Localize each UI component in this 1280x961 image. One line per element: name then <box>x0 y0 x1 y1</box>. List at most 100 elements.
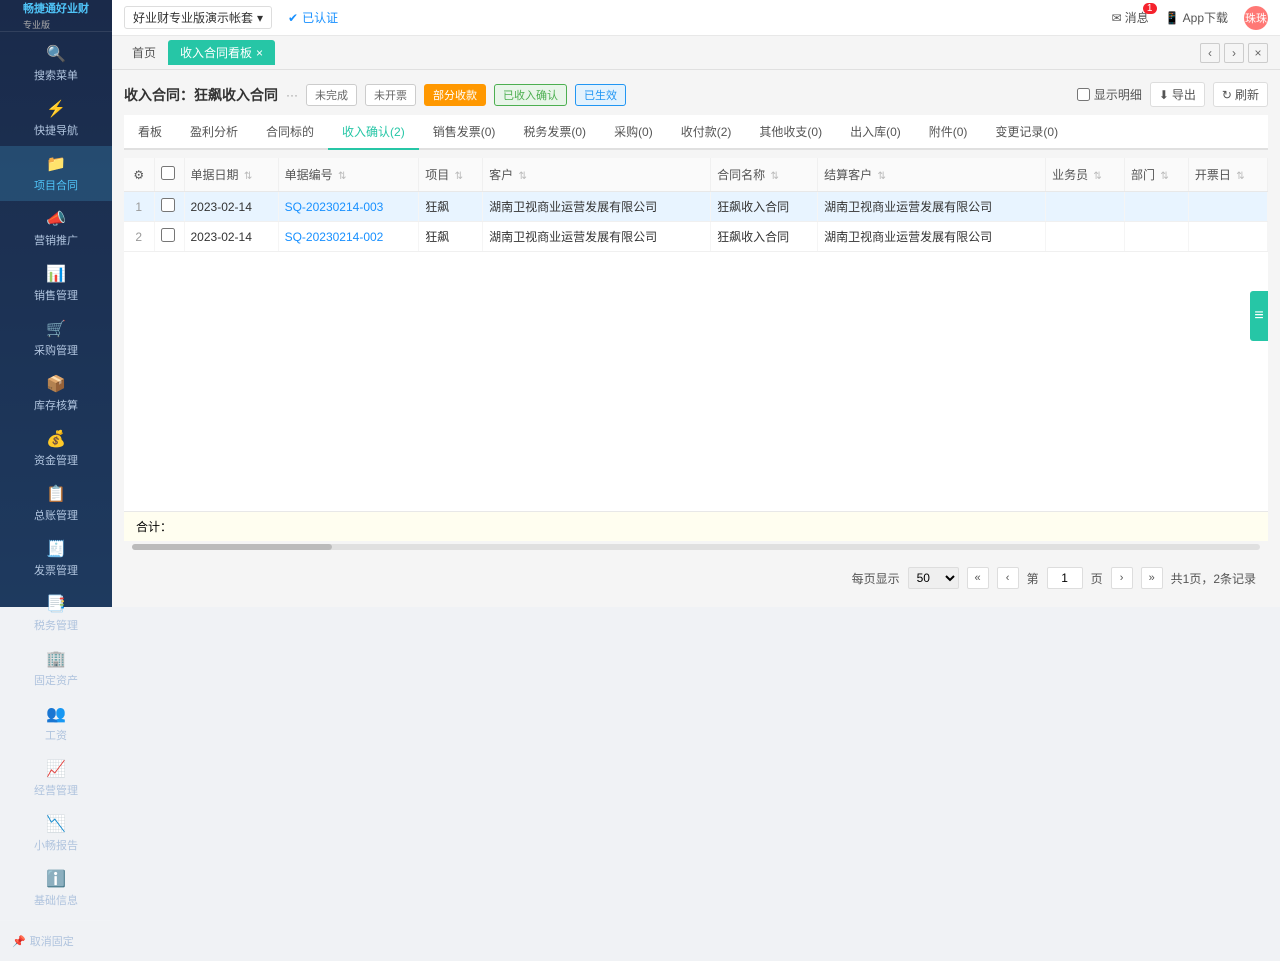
sidebar-icon-7: 💰 <box>46 429 66 449</box>
row-customer-1: 湖南卫视商业运营发展有限公司 <box>483 222 711 252</box>
last-page-button[interactable]: » <box>1141 567 1163 589</box>
dropdown-icon: ▾ <box>257 11 263 25</box>
show-detail-input[interactable] <box>1077 88 1090 101</box>
sidebar-label-7: 资金管理 <box>34 452 78 468</box>
export-button[interactable]: ⬇ 导出 <box>1150 82 1205 107</box>
sidebar-item-5[interactable]: 🛒 采购管理 <box>0 311 112 366</box>
row-dept-0 <box>1125 192 1189 222</box>
data-table: ⚙ 单据日期 ⇅ 单据编号 ⇅ 项目 ⇅ 客户 ⇅ 合同名称 ⇅ 结算客户 ⇅ … <box>124 158 1268 252</box>
inner-tab-10[interactable]: 附件(0) <box>915 115 982 150</box>
sidebar-item-8[interactable]: 📋总账管理 <box>0 476 112 531</box>
scrollbar-thumb[interactable] <box>132 544 332 550</box>
select-all-checkbox[interactable] <box>161 166 175 180</box>
status-not-done[interactable]: 未完成 <box>306 84 357 106</box>
tab-next-button[interactable]: › <box>1224 43 1244 63</box>
status-partial[interactable]: 部分收款 <box>424 84 486 106</box>
table-row: 2 2023-02-14 SQ-20230214-002 狂飙 湖南卫视商业运营… <box>124 222 1268 252</box>
tab-close-all-button[interactable]: × <box>1248 43 1268 63</box>
inner-tab-4[interactable]: 销售发票(0) <box>419 115 510 150</box>
cert-badge: ✔ 已认证 <box>288 9 338 26</box>
row-date-1: 2023-02-14 <box>184 222 278 252</box>
inner-tab-6[interactable]: 采购(0) <box>600 115 667 150</box>
sidebar: 畅捷通好业财 专业版 🔍搜索菜单⚡快捷导航📁项目合同📣营销推广📊销售管理🛒采购管… <box>0 0 112 607</box>
app-download-button[interactable]: 📱 App下载 <box>1165 9 1228 26</box>
sidebar-item-11[interactable]: 🏢 固定资产 <box>0 641 112 696</box>
inner-tab-8[interactable]: 其他收支(0) <box>745 115 836 150</box>
topbar: 好业财专业版演示帐套 ▾ ✔ 已认证 ✉ 1 消息 📱 App下载 珠珠 <box>112 0 1280 36</box>
col-code: 单据编号 ⇅ <box>278 158 419 192</box>
sidebar-item-10[interactable]: 📑税务管理 <box>0 586 112 641</box>
inner-tab-9[interactable]: 出入库(0) <box>836 115 915 150</box>
inner-tab-2[interactable]: 合同标的 <box>252 115 328 150</box>
refresh-button[interactable]: ↻ 刷新 <box>1213 82 1268 107</box>
tab-close-button[interactable]: × <box>256 46 263 60</box>
status-confirmed[interactable]: 已收入确认 <box>494 84 567 106</box>
refresh-icon: ↻ <box>1222 88 1232 102</box>
pin-button[interactable]: 📌 取消固定 <box>8 929 104 953</box>
col-project: 项目 ⇅ <box>419 158 483 192</box>
sidebar-item-7[interactable]: 💰 资金管理 <box>0 421 112 476</box>
sidebar-item-9[interactable]: 🧾发票管理 <box>0 531 112 586</box>
tab-prev-button[interactable]: ‹ <box>1200 43 1220 63</box>
row-code-0[interactable]: SQ-20230214-003 <box>278 192 419 222</box>
inner-tab-0[interactable]: 看板 <box>124 115 176 150</box>
sidebar-label-11: 固定资产 <box>34 672 78 688</box>
main-area: 好业财专业版演示帐套 ▾ ✔ 已认证 ✉ 1 消息 📱 App下载 珠珠 <box>112 0 1280 607</box>
message-button[interactable]: ✉ 1 消息 <box>1112 9 1149 26</box>
sidebar-icon-5: 🛒 <box>46 319 66 339</box>
page-input[interactable] <box>1047 567 1083 589</box>
table-container[interactable]: ⚙ 单据日期 ⇅ 单据编号 ⇅ 项目 ⇅ 客户 ⇅ 合同名称 ⇅ 结算客户 ⇅ … <box>124 158 1268 511</box>
row-check-0[interactable] <box>154 192 184 222</box>
home-tab[interactable]: 首页 <box>124 40 164 65</box>
next-page-button[interactable]: › <box>1111 567 1133 589</box>
page-label-end: 页 <box>1091 570 1103 587</box>
sidebar-item-12[interactable]: 👥工资 <box>0 696 112 751</box>
sidebar-item-14[interactable]: 📉小畅报告 <box>0 806 112 861</box>
row-check-1[interactable] <box>154 222 184 252</box>
sidebar-icon-11: 🏢 <box>46 649 66 669</box>
sidebar-item-6[interactable]: 📦 库存核算 <box>0 366 112 421</box>
row-salesman-1 <box>1046 222 1125 252</box>
user-avatar[interactable]: 珠珠 <box>1244 6 1268 30</box>
sidebar-item-2[interactable]: 📁项目合同 <box>0 146 112 201</box>
status-not-invoiced[interactable]: 未开票 <box>365 84 416 106</box>
company-selector[interactable]: 好业财专业版演示帐套 ▾ <box>124 6 272 29</box>
sidebar-item-13[interactable]: 📈经营管理 <box>0 751 112 806</box>
sidebar-item-1[interactable]: ⚡快捷导航 <box>0 91 112 146</box>
inner-tab-5[interactable]: 税务发票(0) <box>509 115 600 150</box>
sidebar-item-4[interactable]: 📊销售管理 <box>0 256 112 311</box>
page-size-select[interactable]: 50 20 100 <box>908 567 959 589</box>
scrollbar-track[interactable] <box>132 544 1260 550</box>
total-label: 合计： <box>136 518 172 535</box>
row-contract-1: 狂飙收入合同 <box>711 222 818 252</box>
col-date: 单据日期 ⇅ <box>184 158 278 192</box>
right-action-panel[interactable]: ≡ <box>1250 291 1268 341</box>
sidebar-icon-3: 📣 <box>46 209 66 229</box>
inner-tab-3[interactable]: 收入确认(2) <box>328 115 419 150</box>
page-label: 第 <box>1027 570 1039 587</box>
first-page-button[interactable]: « <box>967 567 989 589</box>
tab-label: 收入合同看板 <box>180 44 252 61</box>
prev-page-button[interactable]: ‹ <box>997 567 1019 589</box>
inner-tab-1[interactable]: 盈利分析 <box>176 115 252 150</box>
active-tab[interactable]: 收入合同看板 × <box>168 40 275 65</box>
scrollbar-area[interactable] <box>124 541 1268 553</box>
col-gear[interactable]: ⚙ <box>124 158 154 192</box>
show-detail-checkbox[interactable]: 显示明细 <box>1077 86 1142 103</box>
sidebar-item-15[interactable]: ℹ️基础信息 <box>0 861 112 916</box>
sidebar-label-5: 采购管理 <box>34 342 78 358</box>
sidebar-item-0[interactable]: 🔍搜索菜单 <box>0 36 112 91</box>
app-download-label: App下载 <box>1183 9 1228 26</box>
sidebar-item-3[interactable]: 📣营销推广 <box>0 201 112 256</box>
inner-tab-11[interactable]: 变更记录(0) <box>981 115 1072 150</box>
sidebar-icon-6: 📦 <box>46 374 66 394</box>
status-effective[interactable]: 已生效 <box>575 84 626 106</box>
col-checkbox[interactable] <box>154 158 184 192</box>
sidebar-icon-10: 📑 <box>46 594 66 614</box>
row-billing-1: 湖南卫视商业运营发展有限公司 <box>818 222 1046 252</box>
table-footer: 合计： <box>124 511 1268 541</box>
sidebar-label-6: 库存核算 <box>34 397 78 413</box>
inner-tab-7[interactable]: 收付款(2) <box>667 115 746 150</box>
contract-more-button[interactable]: ··· <box>286 88 298 102</box>
row-code-1[interactable]: SQ-20230214-002 <box>278 222 419 252</box>
